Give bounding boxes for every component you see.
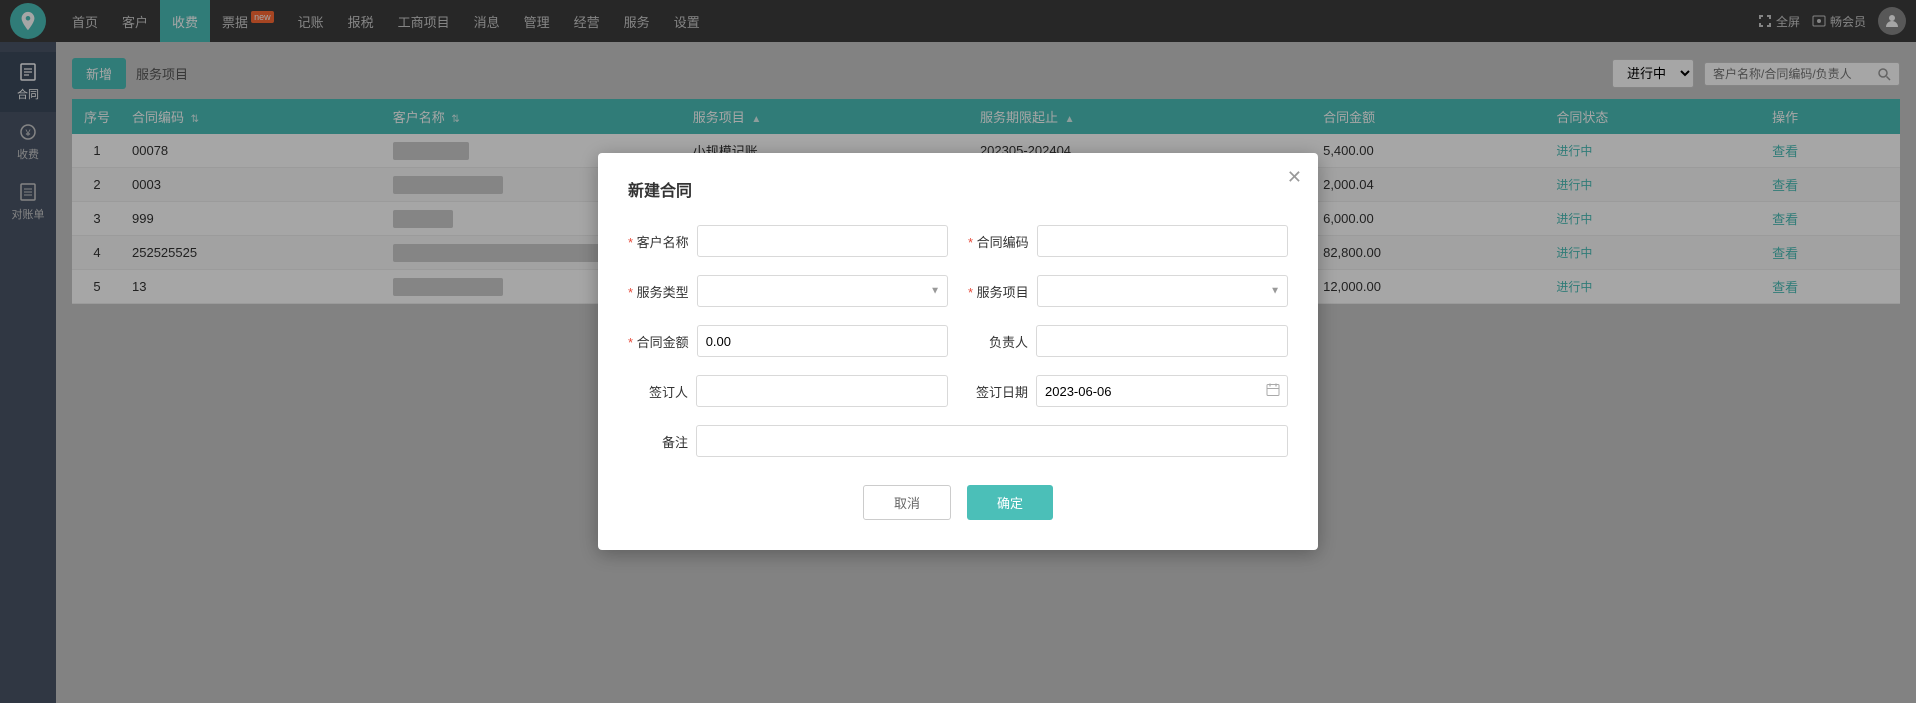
- field-service-item: 服务项目: [968, 275, 1288, 307]
- modal-title: 新建合同: [628, 177, 1288, 201]
- modal-overlay[interactable]: ✕ 新建合同 客户名称 合同编码 服务类型: [0, 0, 1916, 703]
- label-contract-code: 合同编码: [968, 232, 1029, 251]
- field-service-type: 服务类型: [628, 275, 948, 307]
- form-row-2: 服务类型 服务项目: [628, 275, 1288, 307]
- input-notes[interactable]: [696, 425, 1288, 457]
- form-row-1: 客户名称 合同编码: [628, 225, 1288, 257]
- select-service-type[interactable]: [697, 275, 948, 307]
- label-signer: 签订人: [628, 382, 688, 401]
- field-client-name: 客户名称: [628, 225, 948, 257]
- field-amount: 合同金额: [628, 325, 948, 357]
- label-service-type: 服务类型: [628, 282, 689, 301]
- label-service-item: 服务项目: [968, 282, 1029, 301]
- input-client-name[interactable]: [697, 225, 948, 257]
- label-responsible: 负责人: [968, 332, 1028, 351]
- label-notes: 备注: [628, 432, 688, 451]
- modal-close-button[interactable]: ✕: [1287, 167, 1302, 188]
- form-row-5: 备注: [628, 425, 1288, 457]
- input-responsible[interactable]: [1036, 325, 1288, 357]
- label-client-name: 客户名称: [628, 232, 689, 251]
- input-amount[interactable]: [697, 325, 948, 357]
- field-responsible: 负责人: [968, 325, 1288, 357]
- field-notes: 备注: [628, 425, 1288, 457]
- field-signer: 签订人: [628, 375, 948, 407]
- input-sign-date[interactable]: [1036, 375, 1288, 407]
- label-amount: 合同金额: [628, 332, 689, 351]
- confirm-button[interactable]: 确定: [967, 485, 1053, 520]
- select-service-item[interactable]: [1037, 275, 1288, 307]
- form-row-3: 合同金额 负责人: [628, 325, 1288, 357]
- input-contract-code[interactable]: [1037, 225, 1288, 257]
- form-row-4: 签订人 签订日期: [628, 375, 1288, 407]
- field-contract-code: 合同编码: [968, 225, 1288, 257]
- field-sign-date: 签订日期: [968, 375, 1288, 407]
- modal-dialog: ✕ 新建合同 客户名称 合同编码 服务类型: [598, 153, 1318, 550]
- label-sign-date: 签订日期: [968, 382, 1028, 401]
- input-signer[interactable]: [696, 375, 948, 407]
- modal-footer: 取消 确定: [628, 485, 1288, 520]
- cancel-button[interactable]: 取消: [863, 485, 951, 520]
